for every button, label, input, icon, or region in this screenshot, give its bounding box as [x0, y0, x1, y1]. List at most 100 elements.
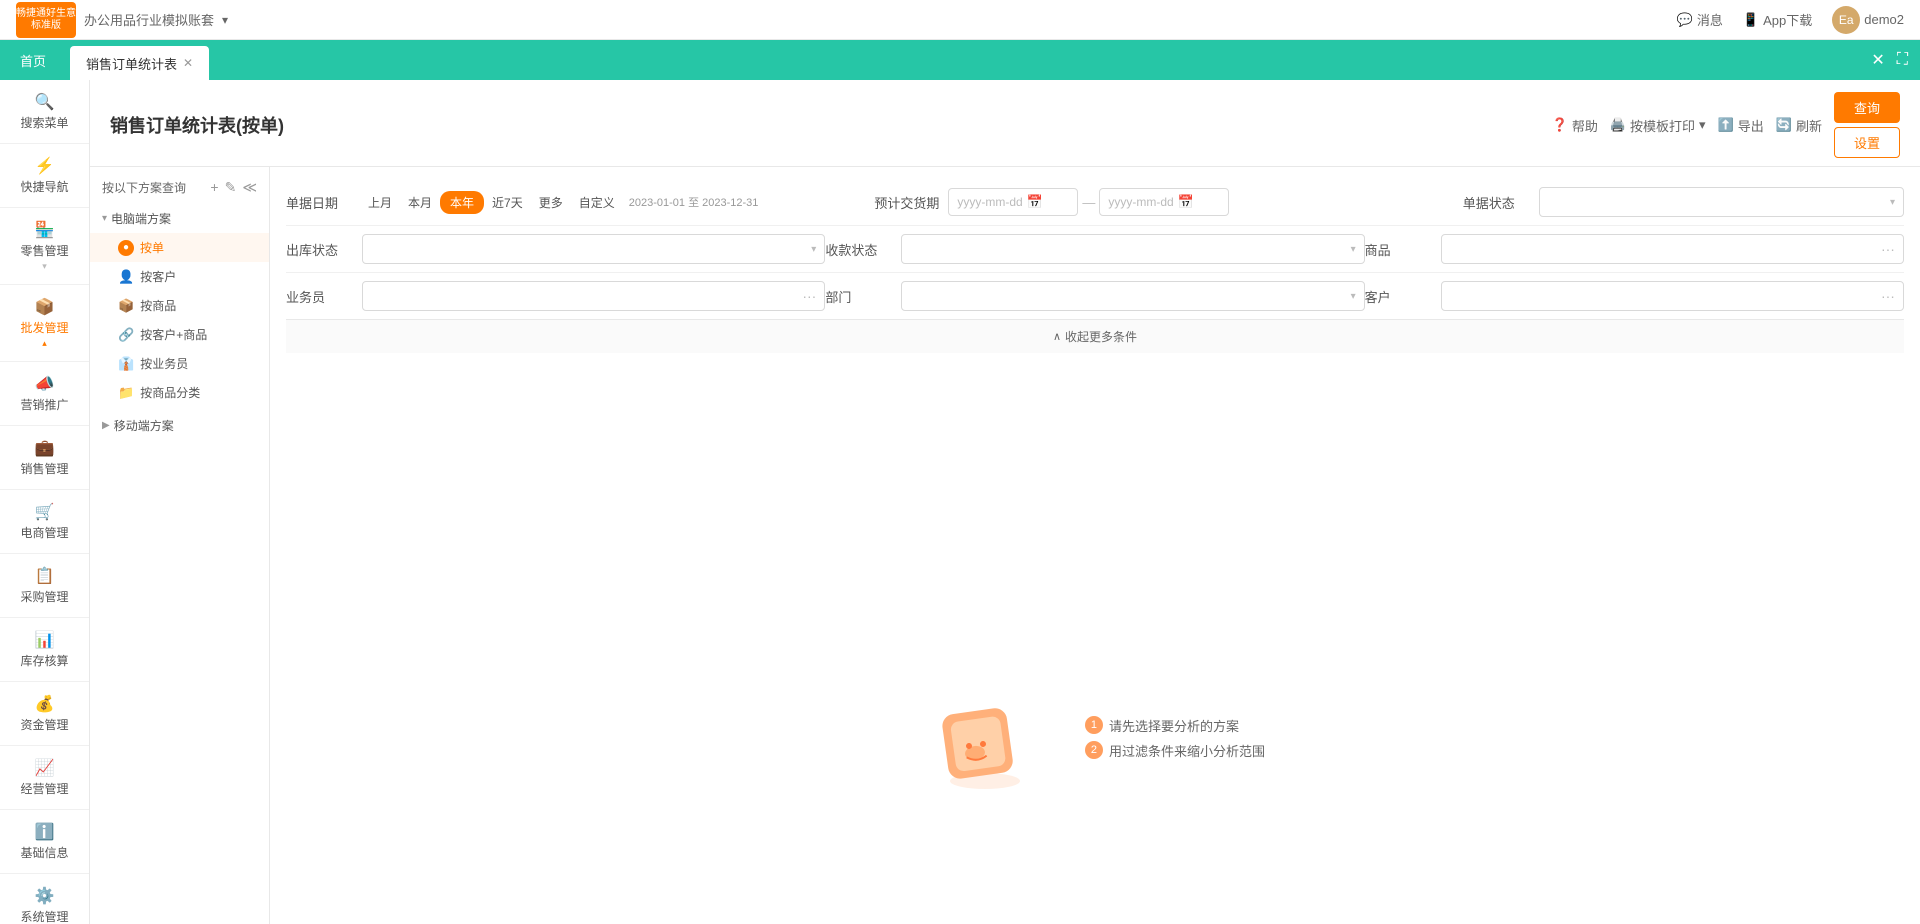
scheme-collapse-icon[interactable]: ≪	[242, 179, 257, 196]
scheme-item-by-salesperson[interactable]: 👔 按业务员	[90, 349, 269, 378]
filter-cell-date: 单据日期 上月 本月 本年 近7天 更多 自定义 2023-01-01 至 20…	[286, 190, 874, 215]
collapse-bar[interactable]: ∧ 收起更多条件	[286, 319, 1904, 353]
sidebar-item-base-info[interactable]: ℹ️ 基础信息	[0, 810, 89, 874]
page-header: 销售订单统计表(按单) ❓ 帮助 🖨️ 按模板打印 ▾ ⬆️ 导出 🔄 刷新	[90, 80, 1920, 167]
customer-label: 客户	[1365, 287, 1435, 306]
department-label: 部门	[825, 287, 895, 306]
scheme-item-by-product[interactable]: 📦 按商品	[90, 291, 269, 320]
date-btn-this-month[interactable]: 本月	[400, 190, 440, 215]
order-status-label: 单据状态	[1463, 193, 1533, 212]
main-layout: 🔍 搜索菜单 ⚡ 快捷导航 🏪 零售管理 ▾ 📦 批发管理 ▴ 📣 营销推广 💼…	[0, 80, 1920, 924]
app-download-label: App下载	[1763, 10, 1812, 29]
help-btn[interactable]: ❓ 帮助	[1552, 116, 1598, 135]
sidebar-item-finance[interactable]: 💰 资金管理	[0, 682, 89, 746]
print-template-btn[interactable]: 🖨️ 按模板打印 ▾	[1610, 116, 1706, 135]
export-btn[interactable]: ⬆️ 导出	[1718, 116, 1764, 135]
avatar: Ea	[1832, 6, 1860, 34]
sidebar-item-operations[interactable]: 📈 经营管理	[0, 746, 89, 810]
scheme-item-by-product-category[interactable]: 📁 按商品分类	[90, 378, 269, 407]
scheme-group-mobile-arrow-icon: ▶	[102, 420, 110, 431]
sidebar-item-purchase[interactable]: 📋 采购管理	[0, 554, 89, 618]
setting-button[interactable]: 设置	[1834, 127, 1900, 158]
date-range-text: 2023-01-01 至 2023-12-31	[629, 194, 759, 210]
date-presets: 上月 本月 本年 近7天 更多 自定义	[360, 190, 623, 215]
filter-row-3: 业务员 ··· 部门 ▾	[286, 273, 1904, 319]
filter-cell-product: 商品 ···	[1365, 234, 1904, 264]
scheme-item-by-customer[interactable]: 👤 按客户	[90, 262, 269, 291]
date-btn-this-year[interactable]: 本年	[440, 191, 484, 214]
hint-text-1: 请先选择要分析的方案	[1109, 716, 1239, 735]
tab-close-icon[interactable]: ✕	[183, 56, 193, 70]
sidebar-item-label: 快捷导航	[20, 178, 68, 195]
app-dropdown[interactable]: ▾	[222, 13, 228, 27]
sidebar-item-system[interactable]: ⚙️ 系统管理	[0, 874, 89, 924]
calendar-icon-from: 📅	[1027, 194, 1043, 210]
outbound-chevron-icon: ▾	[811, 244, 816, 255]
user-menu[interactable]: Ea demo2	[1832, 6, 1904, 34]
purchase-icon: 📋	[35, 566, 55, 586]
receipt-status-select[interactable]: ▾	[901, 234, 1364, 264]
salesperson-input[interactable]: ···	[362, 281, 825, 311]
app-title: 办公用品行业模拟账套	[84, 10, 214, 29]
query-button[interactable]: 查询	[1834, 92, 1900, 123]
receipt-status-label: 收款状态	[825, 240, 895, 259]
product-dots-icon[interactable]: ···	[1881, 241, 1895, 257]
salesperson-dots-icon[interactable]: ···	[802, 288, 816, 304]
tab-sales-order-stats[interactable]: 销售订单统计表 ✕	[70, 46, 209, 80]
customer-input[interactable]: ···	[1441, 281, 1904, 311]
scheme-item-by-order[interactable]: ● 按单	[90, 233, 269, 262]
hint-number-2: 2	[1085, 741, 1103, 759]
sidebar-item-label: 电商管理	[20, 524, 68, 541]
empty-illustration	[925, 681, 1045, 801]
date-separator: —	[1082, 195, 1095, 210]
collapse-chevron-icon: ∧	[1053, 330, 1061, 343]
message-icon: 💬	[1677, 12, 1693, 28]
sidebar-item-wholesale[interactable]: 📦 批发管理 ▴	[0, 285, 89, 362]
expected-delivery-from[interactable]: yyyy-mm-dd 📅	[948, 188, 1078, 216]
topbar-right: 💬 消息 📱 App下载 Ea demo2	[1677, 6, 1904, 34]
sidebar-item-sales[interactable]: 💼 销售管理	[0, 426, 89, 490]
customer-icon: 👤	[118, 269, 134, 285]
collapse-label: 收起更多条件	[1065, 328, 1137, 345]
scheme-edit-icon[interactable]: ✎	[225, 179, 237, 196]
outbound-status-select[interactable]: ▾	[362, 234, 825, 264]
order-status-select[interactable]: ▾	[1539, 187, 1904, 217]
date-btn-custom[interactable]: 自定义	[571, 190, 623, 215]
outbound-status-label: 出库状态	[286, 240, 356, 259]
scheme-add-icon[interactable]: +	[210, 179, 218, 196]
scheme-group-desktop-header[interactable]: ▾ 电脑端方案	[90, 204, 269, 233]
quick-nav-icon: ⚡	[35, 156, 55, 176]
filter-row-2: 出库状态 ▾ 收款状态 ▾	[286, 226, 1904, 273]
sidebar-item-ecommerce[interactable]: 🛒 电商管理	[0, 490, 89, 554]
page-header-actions: ❓ 帮助 🖨️ 按模板打印 ▾ ⬆️ 导出 🔄 刷新 查询	[1552, 92, 1900, 158]
scheme-group-mobile-header[interactable]: ▶ 移动端方案	[90, 411, 269, 440]
date-btn-last-7-days[interactable]: 近7天	[484, 190, 531, 215]
scheme-item-by-customer-product[interactable]: 🔗 按客户+商品	[90, 320, 269, 349]
window-expand-btn[interactable]: ⛶	[1897, 51, 1908, 69]
refresh-btn[interactable]: 🔄 刷新	[1776, 116, 1822, 135]
app-download-btn[interactable]: 📱 App下载	[1743, 10, 1812, 29]
empty-hint-1: 1 请先选择要分析的方案	[1085, 716, 1265, 735]
scheme-group-arrow-icon: ▾	[102, 213, 107, 224]
scheme-panel-icons: + ✎ ≪	[210, 179, 257, 196]
tab-home[interactable]: 首页	[0, 40, 66, 80]
expected-delivery-to[interactable]: yyyy-mm-dd 📅	[1099, 188, 1229, 216]
window-close-btn[interactable]: ✕	[1871, 50, 1884, 70]
refresh-icon: 🔄	[1776, 117, 1792, 133]
department-select[interactable]: ▾	[901, 281, 1364, 311]
refresh-label: 刷新	[1796, 116, 1822, 135]
sidebar-item-inventory[interactable]: 📊 库存核算	[0, 618, 89, 682]
date-btn-more[interactable]: 更多	[531, 190, 571, 215]
retail-icon: 🏪	[35, 220, 55, 240]
expected-delivery-from-placeholder: yyyy-mm-dd	[957, 195, 1022, 209]
date-btn-last-month[interactable]: 上月	[360, 190, 400, 215]
message-btn[interactable]: 💬 消息	[1677, 10, 1723, 29]
product-category-icon: 📁	[118, 385, 134, 401]
sidebar-item-label: 零售管理	[20, 242, 68, 259]
sidebar-item-retail[interactable]: 🏪 零售管理 ▾	[0, 208, 89, 285]
sidebar-item-marketing[interactable]: 📣 营销推广	[0, 362, 89, 426]
sidebar-item-search[interactable]: 🔍 搜索菜单	[0, 80, 89, 144]
customer-dots-icon[interactable]: ···	[1881, 288, 1895, 304]
product-input[interactable]: ···	[1441, 234, 1904, 264]
sidebar-item-quick-nav[interactable]: ⚡ 快捷导航	[0, 144, 89, 208]
